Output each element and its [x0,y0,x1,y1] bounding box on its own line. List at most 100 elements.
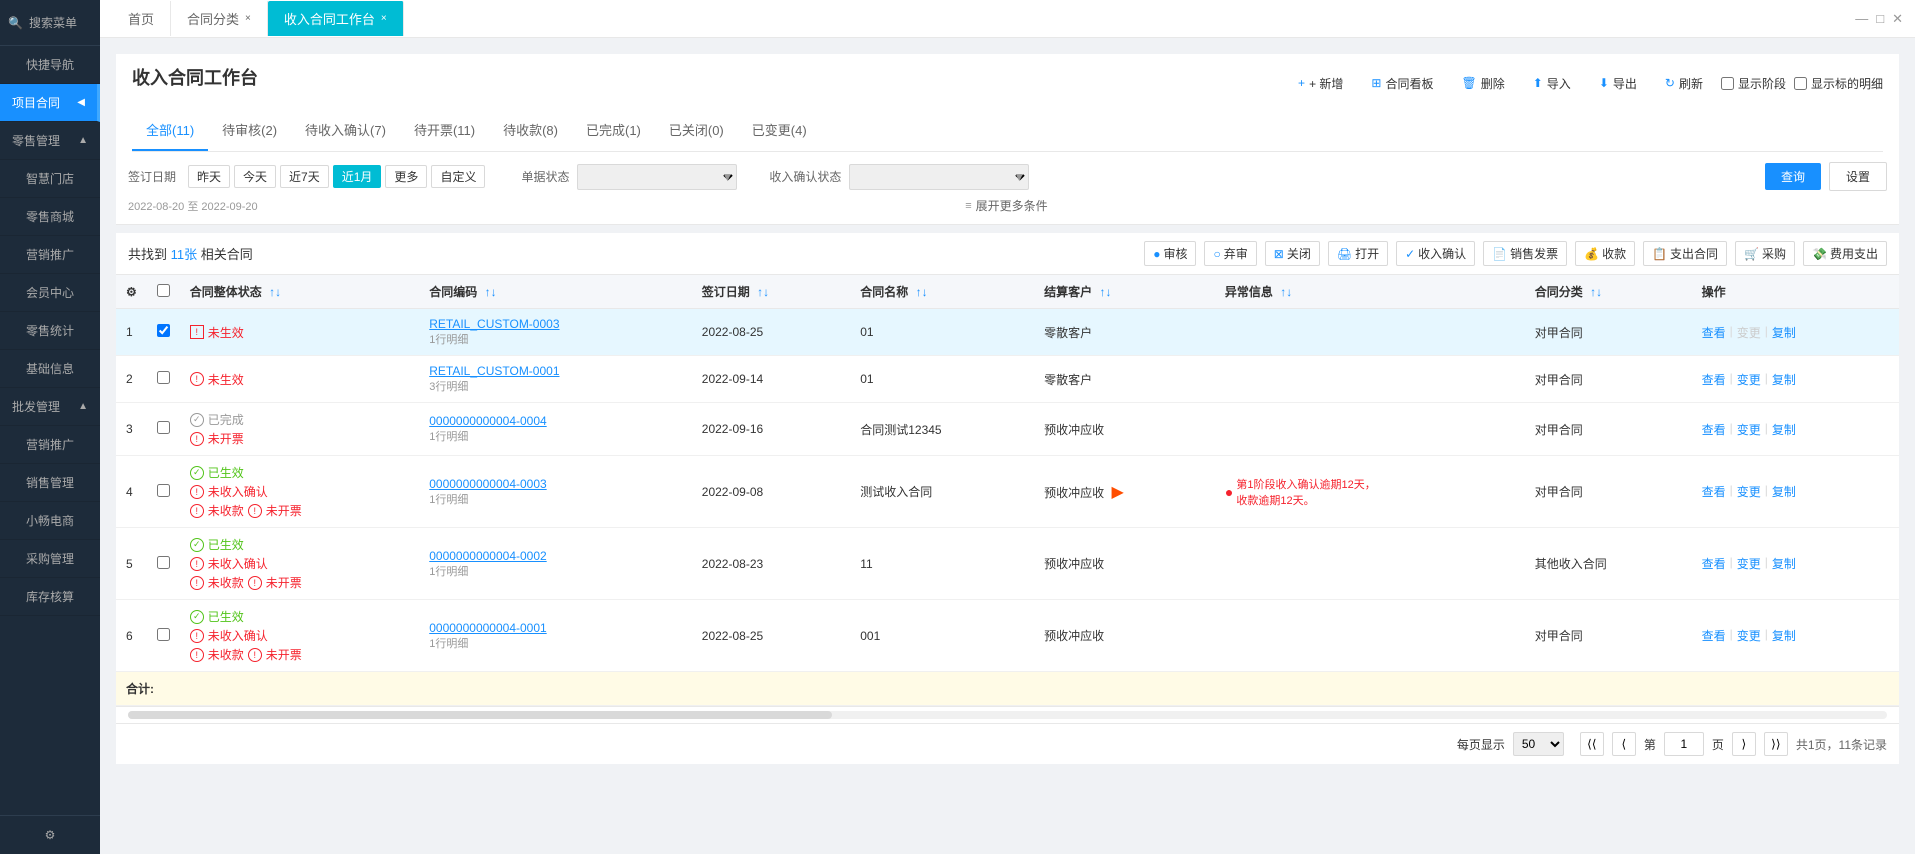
row-view-btn-3[interactable]: 查看 [1702,421,1726,438]
last-page-btn[interactable]: ⟩⟩ [1764,732,1788,756]
row-view-btn-6[interactable]: 查看 [1702,627,1726,644]
date-btn-yesterday[interactable]: 昨天 [188,165,230,188]
delete-button[interactable]: 🗑 删除 [1451,71,1514,96]
date-btn-last1month[interactable]: 近1月 [333,165,382,188]
tab-home[interactable]: 首页 [112,1,171,36]
row-checkbox-6[interactable] [147,600,180,672]
sidebar-item-xiaopaige[interactable]: 小畅电商 [0,502,100,540]
doc-status-label: 单据状态 [521,168,569,185]
row-copy-btn-5[interactable]: 复制 [1772,555,1796,572]
receipt-btn[interactable]: 💰 收款 [1575,241,1635,266]
row-view-btn-4[interactable]: 查看 [1702,483,1726,500]
tab-income-workbench[interactable]: 收入合同工作台 × [268,1,404,36]
date-btn-today[interactable]: 今天 [234,165,276,188]
status-tab-changed[interactable]: 已变更(4) [738,110,821,151]
row-copy-btn-1[interactable]: 复制 [1772,324,1796,341]
export-button[interactable]: ⬇ 导出 [1589,71,1647,96]
show-fields-checkbox[interactable]: 显示阶段 [1721,75,1786,92]
row-copy-btn-3[interactable]: 复制 [1772,421,1796,438]
sidebar-item-smart-store[interactable]: 智慧门店 [0,160,100,198]
sidebar-item-member[interactable]: 会员中心 [0,274,100,312]
tab-contract-cat[interactable]: 合同分类 × [171,1,268,36]
row-actions-4: 查看 | 变更 | 复制 [1692,456,1899,528]
print-btn[interactable]: 🖨 打开 [1328,241,1388,266]
prev-page-btn[interactable]: ⟨ [1612,732,1636,756]
close-btn[interactable]: ⊠ 关闭 [1265,241,1320,266]
sidebar-item-basic-info[interactable]: 基础信息 [0,350,100,388]
date-btn-last7days[interactable]: 近7天 [280,165,329,188]
row-view-btn-2[interactable]: 查看 [1702,371,1726,388]
income-confirm-btn[interactable]: ✓ 收入确认 [1396,241,1475,266]
purchase-action-btn[interactable]: 🛒 采购 [1735,241,1795,266]
row-copy-btn-4[interactable]: 复制 [1772,483,1796,500]
first-page-btn[interactable]: ⟨⟨ [1580,732,1604,756]
horizontal-scrollbar[interactable] [128,711,832,719]
row-change-btn-4[interactable]: 变更 [1737,483,1761,500]
status-tab-closed[interactable]: 已关闭(0) [655,110,738,151]
row-checkbox-3[interactable] [147,403,180,456]
row-checkbox-5[interactable] [147,528,180,600]
abandon-btn[interactable]: ○ 弃审 [1204,241,1256,266]
status-tab-pending-payment[interactable]: 待收款(8) [489,110,572,151]
expand-filter-btn[interactable]: ≡ 展开更多条件 [965,197,1047,214]
sidebar-item-inventory[interactable]: 库存核算 [0,578,100,616]
sidebar-search[interactable]: 🔍 搜索菜单 [0,0,100,46]
row-change-btn-2[interactable]: 变更 [1737,371,1761,388]
sidebar-item-quicknav[interactable]: 快捷导航 [0,46,100,84]
sidebar-item-purchase[interactable]: 采购管理 [0,540,100,578]
expense-btn[interactable]: 💸 费用支出 [1803,241,1887,266]
sidebar-item-retail-mgmt[interactable]: 零售管理 ▲ [0,122,100,160]
next-page-btn[interactable]: ⟩ [1732,732,1756,756]
row-change-btn-3[interactable]: 变更 [1737,421,1761,438]
sidebar-item-sales[interactable]: 销售管理 [0,464,100,502]
review-btn[interactable]: ● 审核 [1144,241,1196,266]
status-tab-pending-review[interactable]: 待审核(2) [208,110,291,151]
row-copy-btn-2[interactable]: 复制 [1772,371,1796,388]
page-size-select[interactable]: 50 20 100 [1513,732,1564,756]
income-confirm-select[interactable] [849,164,1029,190]
sidebar-item-marketing2[interactable]: 营销推广 [0,426,100,464]
page-input[interactable] [1664,732,1704,756]
sidebar-item-marketing1[interactable]: 营销推广 [0,236,100,274]
refresh-button[interactable]: ↻ 刷新 [1655,71,1713,96]
date-btn-more[interactable]: 更多 [385,165,427,188]
sidebar-settings[interactable]: ⚙ [0,815,100,854]
row-change-btn-5[interactable]: 变更 [1737,555,1761,572]
row-checkbox-1[interactable] [147,309,180,356]
tab-close-contract-cat[interactable]: × [245,13,251,24]
query-button[interactable]: 查询 [1765,163,1821,190]
col-checkbox[interactable] [147,275,180,309]
sidebar-item-ecommerce[interactable]: 零售商城 [0,198,100,236]
col-settings[interactable]: ⚙ [116,275,147,309]
row-checkbox-2[interactable] [147,356,180,403]
payout-btn[interactable]: 📋 支出合同 [1643,241,1727,266]
row-copy-btn-6[interactable]: 复制 [1772,627,1796,644]
maximize-button[interactable]: □ [1876,11,1884,27]
kanban-button[interactable]: ⊞ 合同看板 [1361,71,1443,96]
row-category-4: 对甲合同 [1525,456,1692,528]
minimize-button[interactable]: — [1855,11,1868,27]
status-tab-all[interactable]: 全部(11) [132,110,208,151]
row-error-6 [1215,600,1525,672]
table-count: 共找到 11张 相关合同 [128,244,253,263]
show-detail-checkbox[interactable]: 显示标的明细 [1794,75,1883,92]
import-button[interactable]: ⬆ 导入 [1523,71,1581,96]
row-category-3: 对甲合同 [1525,403,1692,456]
sales-invoice-btn[interactable]: 📄 销售发票 [1483,241,1567,266]
sidebar-item-retail-stats[interactable]: 零售统计 [0,312,100,350]
sidebar-item-project[interactable]: 项目合同 ◀ [0,84,100,122]
status-tab-pending-invoice[interactable]: 待开票(11) [400,110,489,151]
row-view-btn-5[interactable]: 查看 [1702,555,1726,572]
status-tab-pending-income[interactable]: 待收入确认(7) [291,110,400,151]
close-window-button[interactable]: ✕ [1892,11,1903,27]
settings-filter-button[interactable]: 设置 [1829,162,1887,191]
row-checkbox-4[interactable] [147,456,180,528]
date-btn-custom[interactable]: 自定义 [431,165,485,188]
sidebar-item-wholesale[interactable]: 批发管理 ▲ [0,388,100,426]
row-view-btn-1[interactable]: 查看 [1702,324,1726,341]
row-change-btn-6[interactable]: 变更 [1737,627,1761,644]
new-button[interactable]: + + 新增 [1288,71,1353,96]
doc-status-select[interactable] [577,164,737,190]
tab-close-income-workbench[interactable]: × [381,13,387,24]
status-tab-completed[interactable]: 已完成(1) [572,110,655,151]
